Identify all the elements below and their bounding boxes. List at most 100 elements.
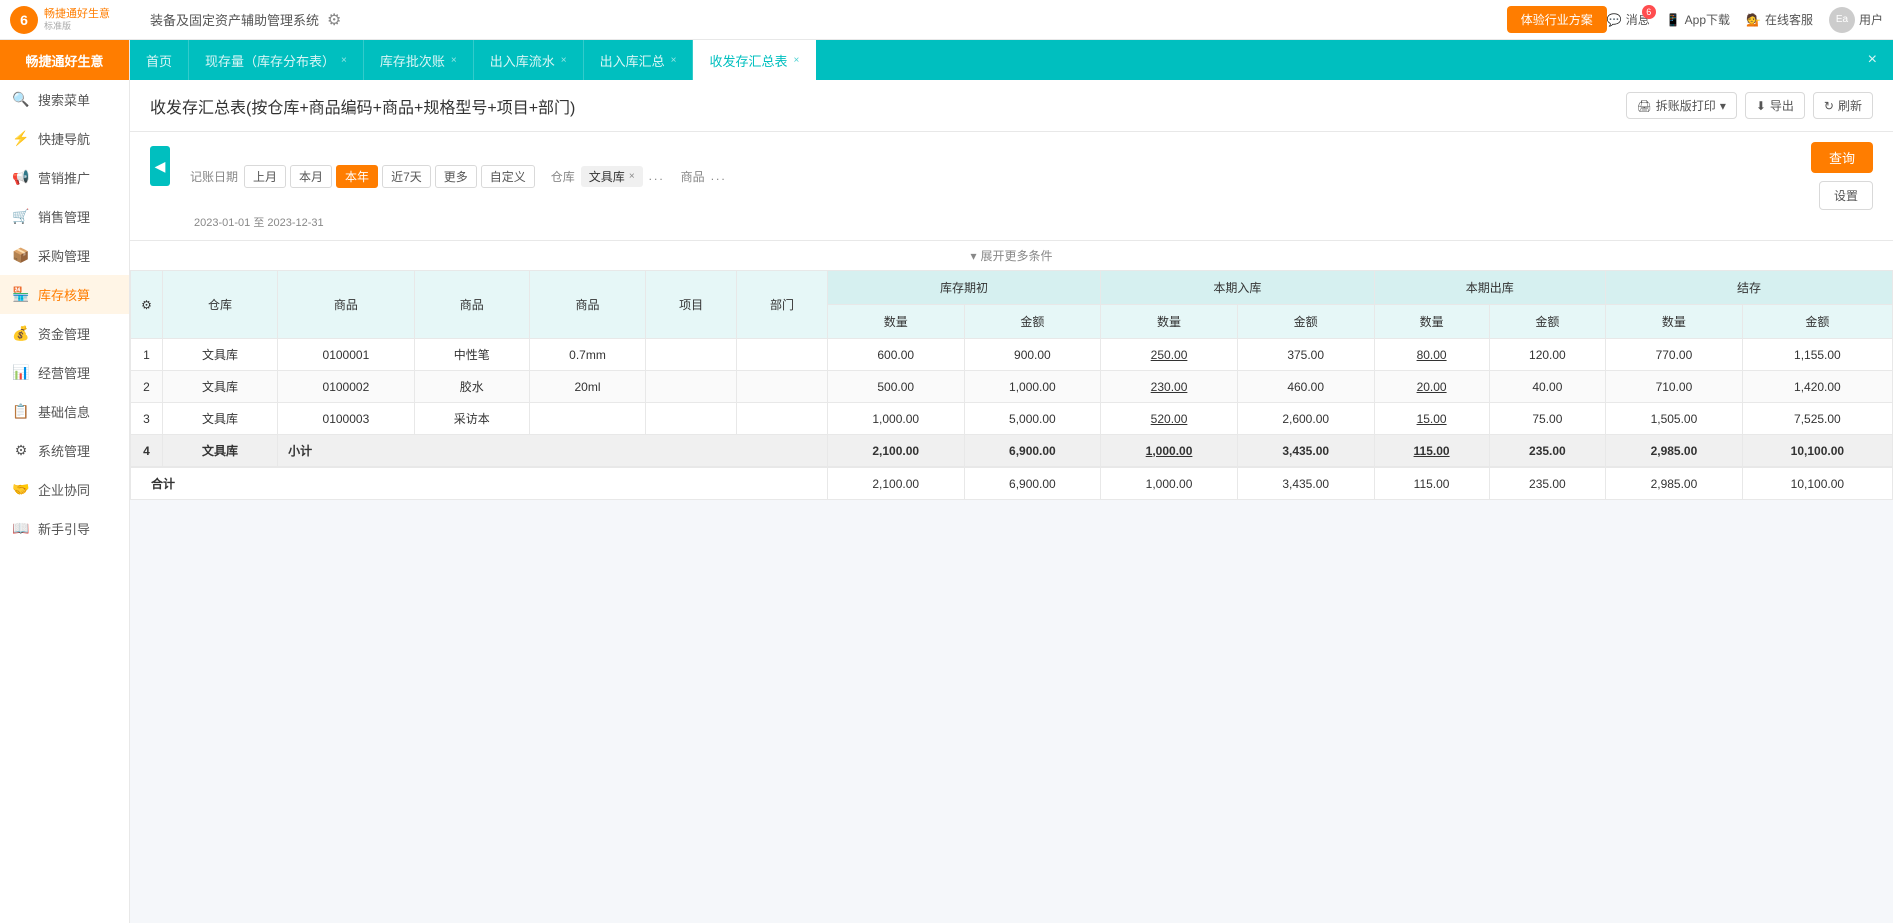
subtotal-out-amt: 235.00 — [1489, 435, 1605, 468]
page-header: 收发存汇总表(按仓库+商品编码+商品+规格型号+项目+部门) 🖨 拆账版打印 ▾… — [130, 80, 1893, 132]
close-all-tabs-button[interactable]: × — [1852, 51, 1893, 69]
tab-close-inout-flow[interactable]: × — [561, 55, 567, 66]
header-actions: 🖨 拆账版打印 ▾ ⬇ 导出 ↻ 刷新 — [1626, 92, 1873, 119]
row-product-name: 采访本 — [414, 403, 529, 435]
sidebar-item-inventory[interactable]: 🏪 库存核算 — [0, 275, 129, 314]
subtotal-in-amt: 3,435.00 — [1237, 435, 1374, 468]
table-row: 1 文具库 0100001 中性笔 0.7mm 600.00 900.00 25… — [131, 339, 1893, 371]
sidebar-item-basic[interactable]: 📋 基础信息 — [0, 392, 129, 431]
tab-close-batch-ledger[interactable]: × — [451, 55, 457, 66]
date-btn-7days[interactable]: 近7天 — [382, 165, 431, 188]
subtotal-closing-qty: 2,985.00 — [1606, 435, 1743, 468]
sidebar-item-guide[interactable]: 📖 新手引导 — [0, 509, 129, 548]
date-btn-more[interactable]: 更多 — [435, 165, 477, 188]
tab-close-inout-summary[interactable]: × — [671, 55, 677, 66]
try-industry-button[interactable]: 体验行业方案 — [1507, 6, 1607, 33]
row-out-qty[interactable]: 80.00 — [1374, 339, 1489, 371]
messages-button[interactable]: 💬 消息 6 — [1607, 11, 1650, 28]
tab-close-stock-distribution[interactable]: × — [341, 55, 347, 66]
row-opening-amt: 900.00 — [964, 339, 1101, 371]
sidebar-menu: 🔍 搜索菜单 ⚡ 快捷导航 📢 营销推广 🛒 销售管理 📦 采购管理 — [0, 80, 129, 923]
user-area[interactable]: Ea 用户 — [1829, 7, 1883, 33]
row-product-spec: 0.7mm — [529, 339, 645, 371]
tab-inout-flow[interactable]: 出入库流水 × — [474, 40, 584, 80]
sidebar-item-operations[interactable]: 📊 经营管理 — [0, 353, 129, 392]
sidebar-item-quicknav[interactable]: ⚡ 快捷导航 — [0, 119, 129, 158]
print-button[interactable]: 🖨 拆账版打印 ▾ — [1626, 92, 1737, 119]
tab-stock-distribution[interactable]: 现存量（库存分布表） × — [189, 40, 364, 80]
quicknav-icon: ⚡ — [12, 130, 30, 148]
th-settings[interactable]: ⚙ — [131, 271, 163, 339]
export-button[interactable]: ⬇ 导出 — [1745, 92, 1805, 119]
tab-batch-ledger[interactable]: 库存批次账 × — [364, 40, 474, 80]
sidebar-item-search[interactable]: 🔍 搜索菜单 — [0, 80, 129, 119]
sidebar-item-marketing[interactable]: 📢 营销推广 — [0, 158, 129, 197]
tab-close-stock-summary[interactable]: × — [793, 55, 799, 66]
sidebar-item-system[interactable]: ⚙ 系统管理 — [0, 431, 129, 470]
tab-home[interactable]: 首页 — [130, 40, 189, 80]
row-in-amt: 375.00 — [1237, 339, 1374, 371]
th-project: 项目 — [646, 271, 737, 339]
app-download-button[interactable]: 📱 App下载 — [1666, 11, 1730, 28]
th-out-qty: 数量 — [1374, 305, 1489, 339]
sidebar-item-sales[interactable]: 🛒 销售管理 — [0, 197, 129, 236]
data-table: ⚙ 仓库 商品 商品 商品 项目 部门 库存期初 本期入库 本期出库 结存 — [130, 270, 1893, 500]
filter-collapse-button[interactable]: ◀ — [150, 146, 170, 186]
tab-inout-summary[interactable]: 出入库汇总 × — [584, 40, 694, 80]
chevron-down-icon: ▾ — [970, 249, 976, 263]
row-department — [737, 339, 828, 371]
query-button[interactable]: 查询 — [1811, 142, 1873, 173]
row-out-qty[interactable]: 15.00 — [1374, 403, 1489, 435]
online-service-button[interactable]: 💁 在线客服 — [1746, 11, 1813, 28]
subtotal-index: 4 — [131, 435, 163, 468]
warehouse-filter: 仓库 文具库 × ... — [551, 166, 665, 187]
settings-button[interactable]: 设置 — [1819, 181, 1873, 210]
purchase-icon: 📦 — [12, 247, 30, 265]
system-settings-button[interactable]: ⚙ — [327, 10, 341, 30]
subtotal-label: 小计 — [278, 435, 828, 468]
th-department: 部门 — [737, 271, 828, 339]
top-bar: 6 畅捷通好生意 标准版 装备及固定资产辅助管理系统 ⚙ 体验行业方案 💬 消息… — [0, 0, 1893, 40]
subtotal-opening-qty: 2,100.00 — [827, 435, 964, 468]
row-in-qty[interactable]: 250.00 — [1101, 339, 1238, 371]
sidebar-item-purchase[interactable]: 📦 采购管理 — [0, 236, 129, 275]
goods-more-dots[interactable]: ... — [711, 169, 727, 183]
warehouse-more-dots[interactable]: ... — [649, 169, 665, 183]
table-row: 2 文具库 0100002 胶水 20ml 500.00 1,000.00 23… — [131, 371, 1893, 403]
tab-stock-summary[interactable]: 收发存汇总表 × — [693, 40, 816, 80]
row-out-amt: 120.00 — [1489, 339, 1605, 371]
system-title: 装备及固定资产辅助管理系统 ⚙ — [150, 10, 1507, 30]
date-buttons: 上月 本月 本年 近7天 更多 自定义 — [244, 165, 535, 188]
row-closing-amt: 1,155.00 — [1742, 339, 1892, 371]
warehouse-tag: 文具库 × — [581, 166, 643, 187]
refresh-button[interactable]: ↻ 刷新 — [1813, 92, 1873, 119]
date-btn-last-month[interactable]: 上月 — [244, 165, 286, 188]
inventory-icon: 🏪 — [12, 286, 30, 304]
row-warehouse: 文具库 — [163, 371, 278, 403]
sidebar-item-finance[interactable]: 💰 资金管理 — [0, 314, 129, 353]
refresh-icon: ↻ — [1824, 99, 1834, 113]
row-out-qty[interactable]: 20.00 — [1374, 371, 1489, 403]
app-container: 6 畅捷通好生意 标准版 装备及固定资产辅助管理系统 ⚙ 体验行业方案 💬 消息… — [0, 0, 1893, 923]
content-wrapper: 收发存汇总表(按仓库+商品编码+商品+规格型号+项目+部门) 🖨 拆账版打印 ▾… — [130, 80, 1893, 923]
row-project — [646, 371, 737, 403]
row-out-amt: 40.00 — [1489, 371, 1605, 403]
th-product-code: 商品 — [278, 271, 415, 339]
subtotal-out-qty[interactable]: 115.00 — [1374, 435, 1489, 468]
total-in-qty: 1,000.00 — [1101, 467, 1238, 500]
date-btn-this-year[interactable]: 本年 — [336, 165, 378, 188]
remove-warehouse-button[interactable]: × — [629, 171, 635, 182]
row-in-amt: 460.00 — [1237, 371, 1374, 403]
row-in-qty[interactable]: 230.00 — [1101, 371, 1238, 403]
date-btn-custom[interactable]: 自定义 — [481, 165, 535, 188]
sidebar-item-enterprise[interactable]: 🤝 企业协同 — [0, 470, 129, 509]
collapse-icon[interactable]: ◀ — [150, 146, 170, 186]
subtotal-in-qty[interactable]: 1,000.00 — [1101, 435, 1238, 468]
date-range-display: 2023-01-01 至 2023-12-31 — [190, 214, 1873, 230]
date-btn-this-month[interactable]: 本月 — [290, 165, 332, 188]
expand-more-button[interactable]: ▾ 展开更多条件 — [130, 241, 1893, 270]
row-index: 1 — [131, 339, 163, 371]
row-in-qty[interactable]: 520.00 — [1101, 403, 1238, 435]
row-product-code: 0100003 — [278, 403, 415, 435]
row-closing-amt: 7,525.00 — [1742, 403, 1892, 435]
